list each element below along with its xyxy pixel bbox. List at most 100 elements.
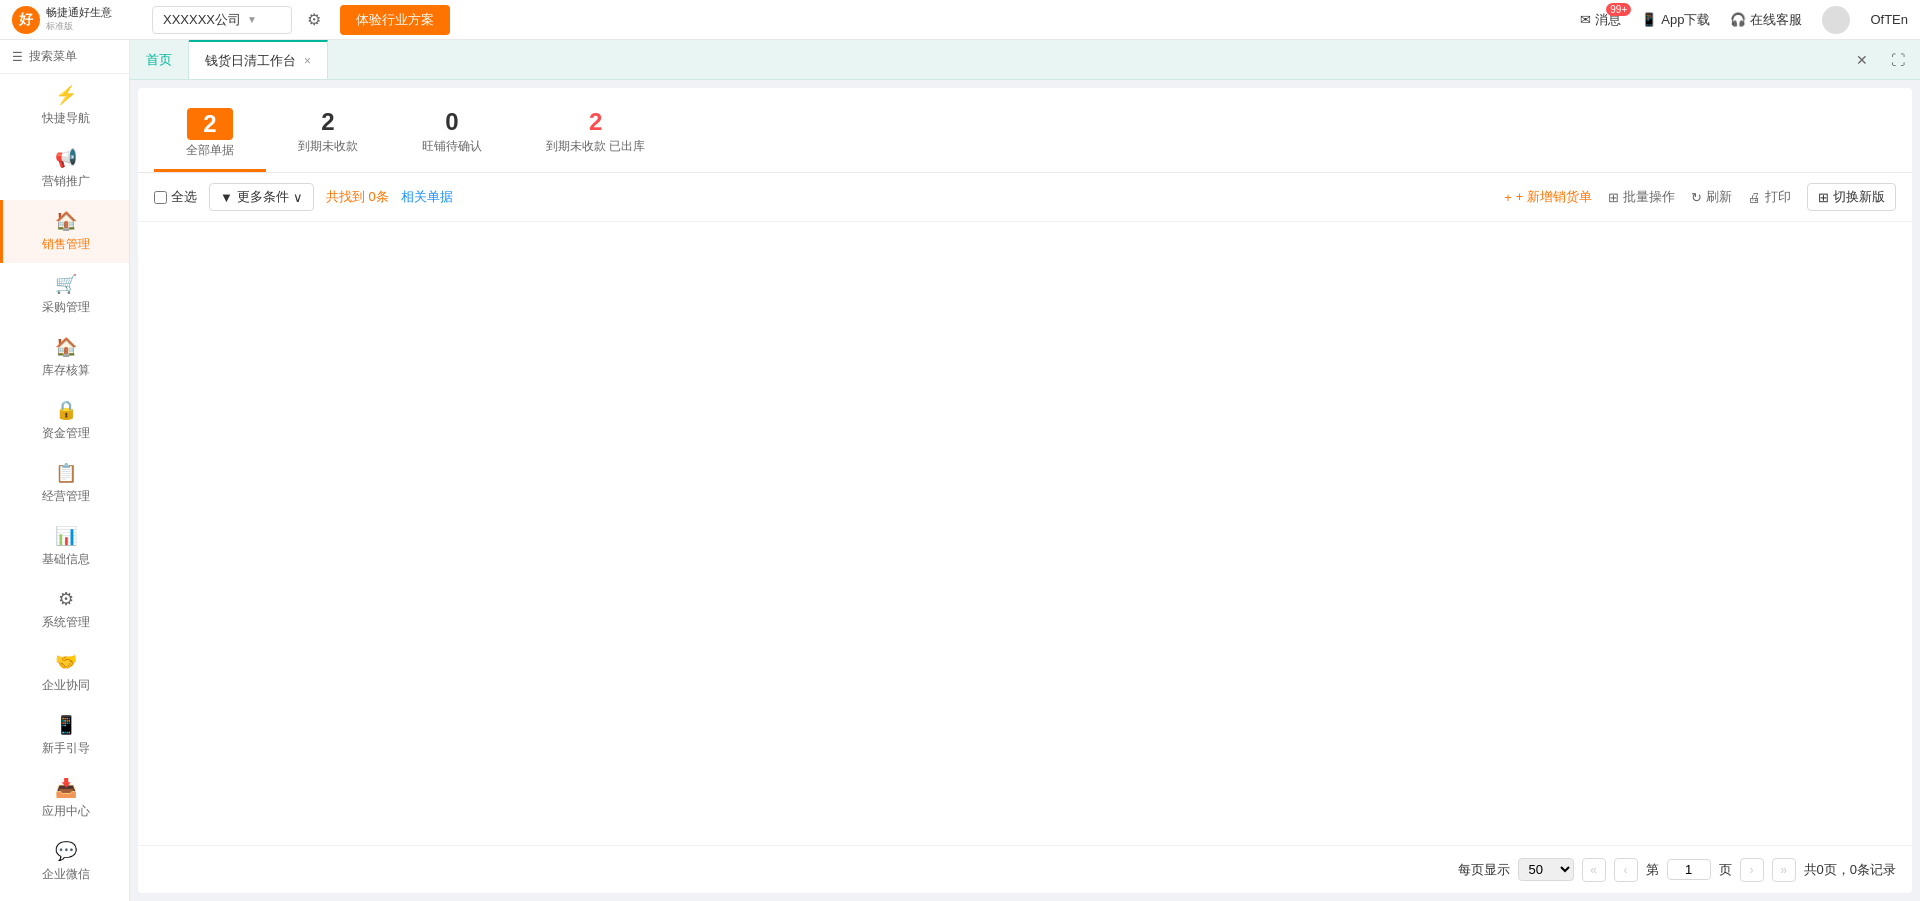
sidebar-item-label: 企业微信 [42,866,90,883]
marketing-icon: 📢 [55,147,77,169]
toolbar: 全选 ▼ 更多条件 ∨ 共找到 0条 相关单据 + + 新增销货单 [138,173,1912,222]
next-page-button[interactable]: › [1740,858,1764,882]
refresh-button[interactable]: ↻ 刷新 [1691,188,1732,206]
avatar[interactable] [1822,6,1850,34]
filter-label: 更多条件 [237,188,289,206]
stats-tab-wangpu[interactable]: 0 旺铺待确认 [390,100,514,172]
sidebar-item-app-center[interactable]: 📥 应用中心 [0,767,129,830]
stats-tab-overdue-count: 2 [321,108,334,136]
tab-actions: ✕ ⛶ [1848,46,1920,74]
service-icon: 🎧 [1730,12,1746,27]
message-badge: 99+ [1606,3,1631,16]
guide-icon: 📱 [55,714,77,736]
tab-minimize-button[interactable]: ✕ [1848,46,1876,74]
user-name[interactable]: OfTEn [1870,12,1908,27]
stats-tab-wangpu-count: 0 [445,108,458,136]
app-download-btn[interactable]: 📱 App下载 [1641,11,1710,29]
prev-page-icon: ‹ [1624,863,1628,877]
print-button[interactable]: 🖨 打印 [1748,188,1791,206]
switch-version-button[interactable]: ⊞ 切换新版 [1807,183,1896,211]
search-menu-btn[interactable]: ☰ 搜索菜单 [0,40,129,74]
filter-icon: ▼ [220,190,233,205]
stats-tab-overdue-label: 到期未收款 [298,138,358,155]
next-page-icon: › [1750,863,1754,877]
switch-icon: ⊞ [1818,190,1829,205]
last-page-button[interactable]: » [1772,858,1796,882]
wechat-icon: 💬 [55,840,77,862]
gear-icon: ⚙ [307,10,321,29]
tab-bar: 首页 钱货日清工作台 × ✕ ⛶ [130,40,1920,80]
logo: 好 畅捷通好生意 标准版 [12,6,142,34]
enterprise-icon: 🤝 [55,651,77,673]
print-icon: 🖨 [1748,190,1761,205]
stats-tab-all-label: 全部单据 [186,142,234,159]
sidebar-item-basic-info[interactable]: 📊 基础信息 [0,515,129,578]
minimize-icon: ✕ [1856,52,1868,68]
first-page-button[interactable]: « [1582,858,1606,882]
batch-label: 批量操作 [1623,188,1675,206]
company-selector[interactable]: XXXXXX公司 ▼ [152,6,292,34]
related-link[interactable]: 相关单据 [401,188,453,206]
prev-page-button[interactable]: ‹ [1614,858,1638,882]
tab-close-icon[interactable]: × [304,54,311,68]
inventory-icon: 🏠 [55,336,77,358]
search-menu-label: 搜索菜单 [29,48,77,65]
per-page-select[interactable]: 50 100 [1518,858,1574,881]
table-area [138,222,1912,845]
stats-tab-overdue[interactable]: 2 到期未收款 [266,100,390,172]
sidebar-item-guide[interactable]: 📱 新手引导 [0,704,129,767]
select-all-checkbox[interactable]: 全选 [154,188,197,206]
logo-icon: 好 [12,6,40,34]
stats-tab-all[interactable]: 2 全部单据 [154,100,266,172]
sidebar-item-system[interactable]: ⚙ 系统管理 [0,578,129,641]
sidebar-item-label: 库存核算 [42,362,90,379]
logo-text: 畅捷通好生意 [46,6,112,19]
user-name-text: OfTEn [1870,12,1908,27]
sidebar-item-sales[interactable]: 🏠 销售管理 [0,200,129,263]
switch-label: 切换新版 [1833,188,1885,206]
sidebar-item-operations[interactable]: 📋 经营管理 [0,452,129,515]
system-icon: ⚙ [58,588,74,610]
stats-tab-overdue-shipped[interactable]: 2 到期未收款 已出库 [514,100,677,172]
stats-tab-all-count: 2 [187,108,232,140]
add-sales-order-button[interactable]: + + 新增销货单 [1504,188,1592,206]
filter-button[interactable]: ▼ 更多条件 ∨ [209,183,314,211]
select-all-input[interactable] [154,191,167,204]
sales-icon: 🏠 [55,210,77,232]
sidebar-item-quick-nav[interactable]: ⚡ 快捷导航 [0,74,129,137]
message-icon: ✉ [1580,12,1591,27]
main: 首页 钱货日清工作台 × ✕ ⛶ 2 全部单据 [130,40,1920,901]
logo-sub: 标准版 [46,20,112,33]
sidebar-item-marketing[interactable]: 📢 营销推广 [0,137,129,200]
batch-operation-button[interactable]: ⊞ 批量操作 [1608,188,1675,206]
sidebar-item-label: 企业协同 [42,677,90,694]
page-input[interactable] [1667,859,1711,880]
first-page-icon: « [1590,863,1597,877]
stats-tab-overdue-shipped-count: 2 [589,108,602,136]
tab-maximize-button[interactable]: ⛶ [1884,46,1912,74]
sidebar-item-label: 新手引导 [42,740,90,757]
found-count-value: 0 [369,189,376,204]
purchase-icon: 🛒 [55,273,77,295]
sidebar-item-wechat[interactable]: 💬 企业微信 [0,830,129,893]
app-icon: 📱 [1641,12,1657,27]
tab-daily-work[interactable]: 钱货日清工作台 × [189,40,328,79]
sidebar-item-purchase[interactable]: 🛒 采购管理 [0,263,129,326]
chevron-down-icon: ▼ [247,14,257,25]
sidebar-item-finance[interactable]: 🔒 资金管理 [0,389,129,452]
logo-text-group: 畅捷通好生意 标准版 [46,6,112,32]
online-service-btn[interactable]: 🎧 在线客服 [1730,11,1802,29]
sidebar-item-inventory[interactable]: 🏠 库存核算 [0,326,129,389]
trial-button[interactable]: 体验行业方案 [340,5,450,35]
message-btn[interactable]: ✉ 消息 99+ [1580,11,1621,29]
sidebar-item-member[interactable]: ▽ 畅会员 [0,893,129,901]
filter-chevron-icon: ∨ [293,190,303,205]
toolbar-right: + + 新增销货单 ⊞ 批量操作 ↻ 刷新 🖨 打印 [1504,183,1896,211]
tab-home[interactable]: 首页 [130,40,189,79]
operations-icon: 📋 [55,462,77,484]
tab-home-label: 首页 [146,51,172,69]
total-records: 共0页，0条记录 [1804,861,1896,879]
pagination: 每页显示 50 100 « ‹ 第 页 › » [138,845,1912,893]
sidebar-item-enterprise[interactable]: 🤝 企业协同 [0,641,129,704]
gear-button[interactable]: ⚙ [300,6,328,34]
